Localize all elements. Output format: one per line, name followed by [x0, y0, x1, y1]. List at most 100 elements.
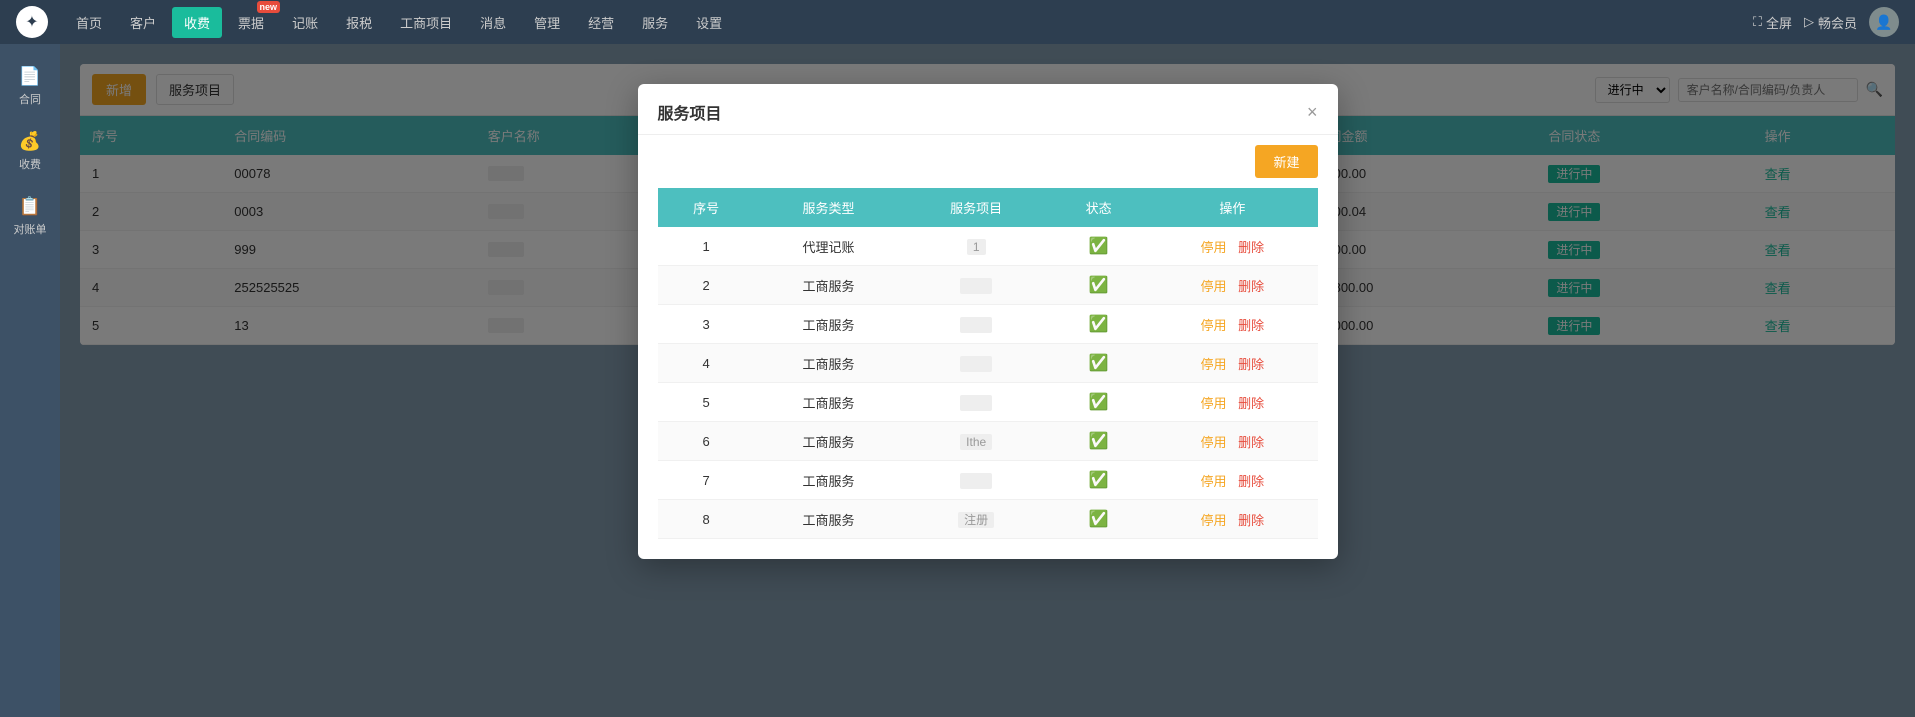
scell-type: 工商服务 — [755, 305, 903, 344]
fullscreen-icon: ⛶ — [1753, 14, 1762, 30]
nav-gongshang[interactable]: 工商项目 — [388, 7, 464, 38]
scell-item — [902, 305, 1050, 344]
delete-button[interactable]: 删除 — [1238, 357, 1264, 372]
scell-no: 7 — [658, 461, 755, 500]
nav-xiaoxi[interactable]: 消息 — [468, 7, 518, 38]
stop-button[interactable]: 停用 — [1201, 474, 1227, 489]
delete-button[interactable]: 删除 — [1238, 513, 1264, 528]
app-logo: ✦ — [16, 6, 48, 38]
scell-status: ✅ — [1050, 305, 1147, 344]
modal-title: 服务项目 — [658, 100, 722, 124]
delete-button[interactable]: 删除 — [1238, 240, 1264, 255]
money-icon: 💰 — [19, 131, 41, 152]
scell-status: ✅ — [1050, 227, 1147, 266]
nav-piao[interactable]: 票据 new — [226, 7, 276, 38]
scell-item: Ithe — [902, 422, 1050, 461]
status-check-icon: ✅ — [1089, 511, 1109, 528]
vip-button[interactable]: ▷ 畅会员 — [1804, 13, 1857, 32]
delete-button[interactable]: 删除 — [1238, 318, 1264, 333]
scell-type: 工商服务 — [755, 344, 903, 383]
status-check-icon: ✅ — [1089, 472, 1109, 489]
modal-toolbar: 新建 — [638, 135, 1338, 188]
scell-status: ✅ — [1050, 500, 1147, 539]
stop-button[interactable]: 停用 — [1201, 279, 1227, 294]
nav-shezhi[interactable]: 设置 — [684, 7, 734, 38]
service-table: 序号 服务类型 服务项目 状态 操作 1 代理记账 1 ✅ 停用 删除 2 工商… — [658, 188, 1318, 539]
sidebar-label-hetong: 合同 — [19, 91, 41, 107]
scell-action: 停用 删除 — [1147, 422, 1317, 461]
scell-status: ✅ — [1050, 422, 1147, 461]
scell-action: 停用 删除 — [1147, 227, 1317, 266]
sidebar-item-duizhang[interactable]: 📋 对账单 — [0, 184, 60, 249]
scell-no: 6 — [658, 422, 755, 461]
nav-client[interactable]: 客户 — [118, 7, 168, 38]
document-icon: 📄 — [19, 66, 41, 87]
scell-type: 工商服务 — [755, 383, 903, 422]
scell-action: 停用 删除 — [1147, 500, 1317, 539]
sidebar-label-duizhang: 对账单 — [14, 221, 47, 237]
user-avatar[interactable]: 👤 — [1869, 7, 1899, 37]
scell-item — [902, 344, 1050, 383]
service-header-row: 序号 服务类型 服务项目 状态 操作 — [658, 188, 1318, 227]
scell-action: 停用 删除 — [1147, 344, 1317, 383]
status-check-icon: ✅ — [1089, 277, 1109, 294]
modal-new-button[interactable]: 新建 — [1255, 145, 1317, 178]
sidebar-item-hetong[interactable]: 📄 合同 — [0, 54, 60, 119]
sidebar-label-shoufei: 收费 — [19, 156, 41, 172]
service-table-row: 6 工商服务 Ithe ✅ 停用 删除 — [658, 422, 1318, 461]
status-check-icon: ✅ — [1089, 394, 1109, 411]
stop-button[interactable]: 停用 — [1201, 435, 1227, 450]
list-icon: 📋 — [19, 196, 41, 217]
stop-button[interactable]: 停用 — [1201, 240, 1227, 255]
vip-icon: ▷ — [1804, 14, 1814, 30]
top-navigation: ✦ 首页 客户 收费 票据 new 记账 报税 工商项目 消息 管理 经营 服务… — [0, 0, 1915, 44]
new-badge: new — [257, 1, 281, 13]
nav-jingying[interactable]: 经营 — [576, 7, 626, 38]
scell-action: 停用 删除 — [1147, 266, 1317, 305]
modal-close-button[interactable]: × — [1307, 103, 1318, 121]
content-area: 新增 服务项目 进行中 已完成 已终止 🔍 序 — [60, 44, 1915, 717]
stop-button[interactable]: 停用 — [1201, 396, 1227, 411]
scell-type: 工商服务 — [755, 266, 903, 305]
nav-shoufei[interactable]: 收费 — [172, 7, 222, 38]
scell-no: 8 — [658, 500, 755, 539]
stop-button[interactable]: 停用 — [1201, 513, 1227, 528]
stop-button[interactable]: 停用 — [1201, 318, 1227, 333]
scell-no: 1 — [658, 227, 755, 266]
modal-body[interactable]: 序号 服务类型 服务项目 状态 操作 1 代理记账 1 ✅ 停用 删除 2 工商… — [638, 188, 1338, 559]
nav-baoshui[interactable]: 报税 — [334, 7, 384, 38]
nav-jizhang[interactable]: 记账 — [280, 7, 330, 38]
sth-status: 状态 — [1050, 188, 1147, 227]
fullscreen-button[interactable]: ⛶ 全屏 — [1753, 13, 1792, 32]
status-check-icon: ✅ — [1089, 433, 1109, 450]
nav-home[interactable]: 首页 — [64, 7, 114, 38]
service-table-row: 7 工商服务 ✅ 停用 删除 — [658, 461, 1318, 500]
service-table-row: 2 工商服务 ✅ 停用 删除 — [658, 266, 1318, 305]
scell-item: 注册 — [902, 500, 1050, 539]
scell-item — [902, 383, 1050, 422]
scell-no: 3 — [658, 305, 755, 344]
status-check-icon: ✅ — [1089, 316, 1109, 333]
sth-no: 序号 — [658, 188, 755, 227]
scell-status: ✅ — [1050, 344, 1147, 383]
scell-status: ✅ — [1050, 266, 1147, 305]
scell-action: 停用 删除 — [1147, 383, 1317, 422]
delete-button[interactable]: 删除 — [1238, 396, 1264, 411]
sidebar-item-shoufei[interactable]: 💰 收费 — [0, 119, 60, 184]
service-table-row: 1 代理记账 1 ✅ 停用 删除 — [658, 227, 1318, 266]
nav-fuwu[interactable]: 服务 — [630, 7, 680, 38]
scell-action: 停用 删除 — [1147, 305, 1317, 344]
service-table-row: 5 工商服务 ✅ 停用 删除 — [658, 383, 1318, 422]
main-layout: 📄 合同 💰 收费 📋 对账单 新增 服务项目 进行中 已完成 已终止 — [0, 44, 1915, 717]
nav-guanli[interactable]: 管理 — [522, 7, 572, 38]
status-check-icon: ✅ — [1089, 355, 1109, 372]
delete-button[interactable]: 删除 — [1238, 474, 1264, 489]
stop-button[interactable]: 停用 — [1201, 357, 1227, 372]
delete-button[interactable]: 删除 — [1238, 435, 1264, 450]
service-table-row: 4 工商服务 ✅ 停用 删除 — [658, 344, 1318, 383]
delete-button[interactable]: 删除 — [1238, 279, 1264, 294]
scell-status: ✅ — [1050, 461, 1147, 500]
scell-item — [902, 461, 1050, 500]
status-check-icon: ✅ — [1089, 238, 1109, 255]
service-table-row: 3 工商服务 ✅ 停用 删除 — [658, 305, 1318, 344]
